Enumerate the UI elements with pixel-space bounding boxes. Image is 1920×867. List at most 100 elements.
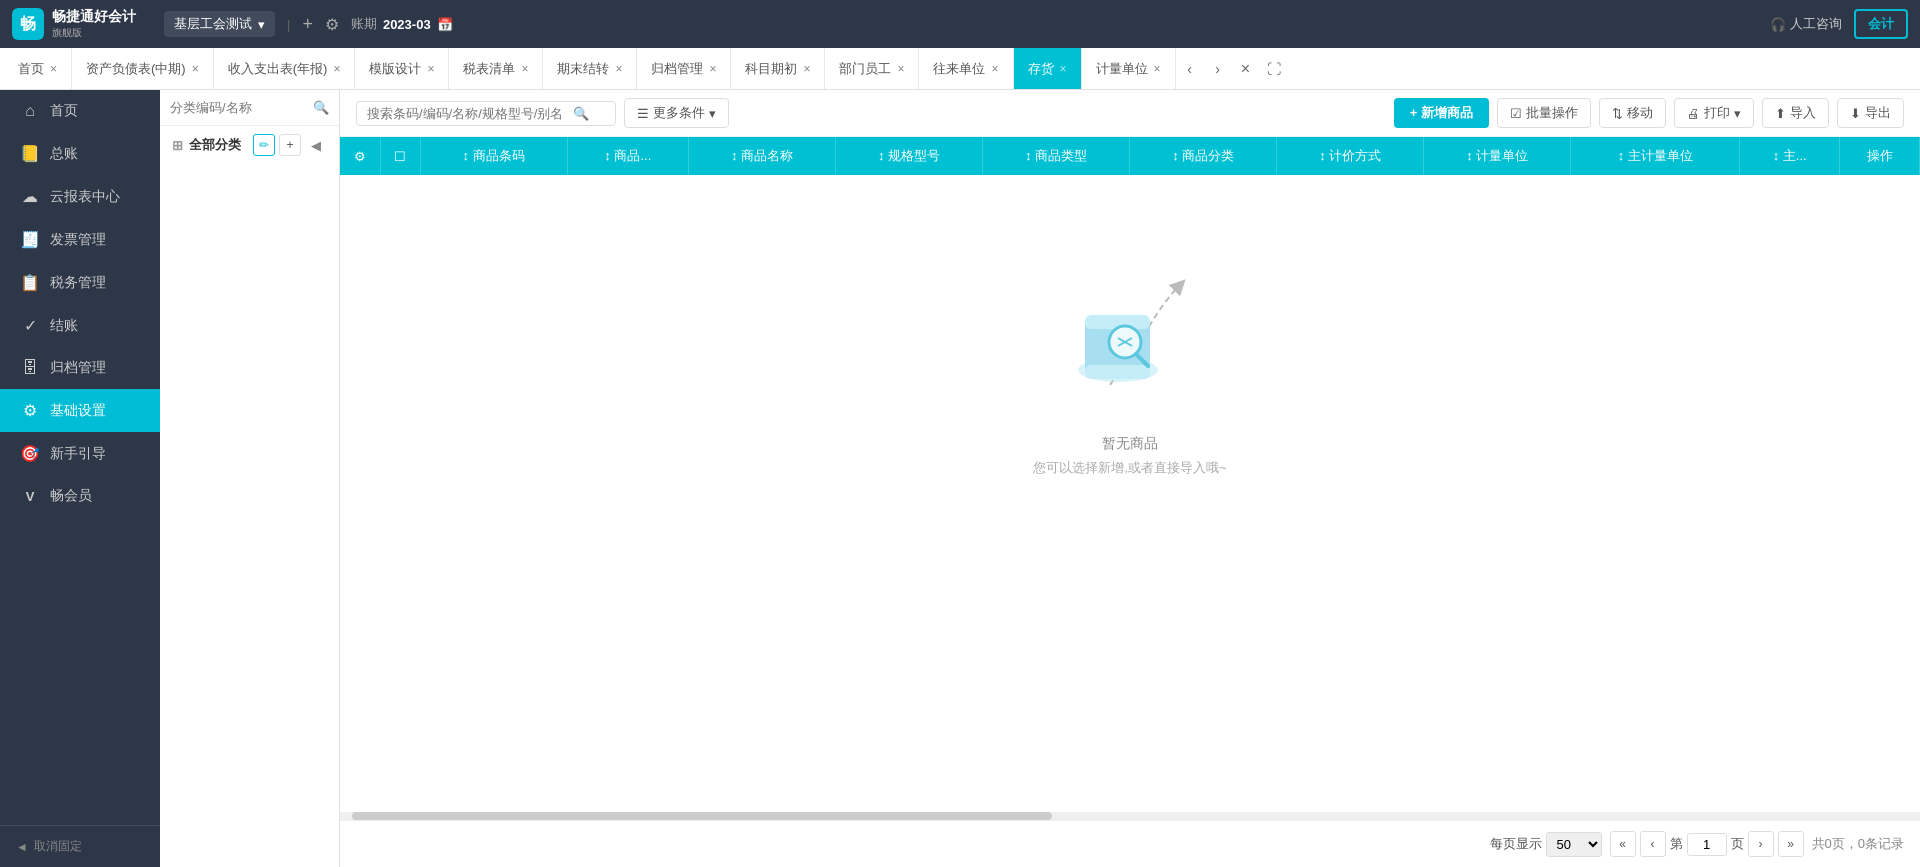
sidebar-item-member[interactable]: V 畅会员 <box>0 475 160 517</box>
last-page-button[interactable]: » <box>1778 831 1804 857</box>
tab-partner[interactable]: 往来单位 × <box>919 48 1013 90</box>
sidebar-item-invoice[interactable]: 🧾 发票管理 <box>0 218 160 261</box>
tab-inventory[interactable]: 存货 × <box>1014 48 1082 90</box>
sidebar-guide-label: 新手引导 <box>50 445 106 463</box>
tab-inventory-label: 存货 <box>1028 60 1054 78</box>
sidebar-settlement-label: 结账 <box>50 317 78 335</box>
tab-close-all-button[interactable]: × <box>1232 48 1260 90</box>
tab-partner-close[interactable]: × <box>991 62 998 76</box>
tab-dept-close[interactable]: × <box>897 62 904 76</box>
sidebar-item-ledger[interactable]: 📒 总账 <box>0 132 160 175</box>
print-arrow-icon: ▾ <box>1734 106 1741 121</box>
col-spec[interactable]: ↕ 规格型号 <box>836 137 983 175</box>
category-edit-button[interactable]: ✏ <box>253 134 275 156</box>
export-label: 导出 <box>1865 104 1891 122</box>
tab-dept[interactable]: 部门员工 × <box>825 48 919 90</box>
tab-unit[interactable]: 计量单位 × <box>1082 48 1176 90</box>
calendar-icon[interactable]: 📅 <box>437 17 453 32</box>
tab-unit-label: 计量单位 <box>1096 60 1148 78</box>
category-search-input[interactable] <box>170 100 307 115</box>
col-price[interactable]: ↕ 计价方式 <box>1277 137 1424 175</box>
tab-subject[interactable]: 科目期初 × <box>731 48 825 90</box>
search-input[interactable] <box>367 106 567 121</box>
sidebar-item-guide[interactable]: 🎯 新手引导 <box>0 432 160 475</box>
tab-tax[interactable]: 税表清单 × <box>449 48 543 90</box>
sidebar-member-label: 畅会员 <box>50 487 92 505</box>
tab-balance[interactable]: 资产负债表(中期) × <box>72 48 214 90</box>
sidebar-archive-label: 归档管理 <box>50 359 106 377</box>
tab-archive[interactable]: 归档管理 × <box>637 48 731 90</box>
sidebar-item-tax[interactable]: 📋 税务管理 <box>0 261 160 304</box>
prev-page-button[interactable]: ‹ <box>1640 831 1666 857</box>
move-icon: ⇅ <box>1612 106 1623 121</box>
page-size-select[interactable]: 50 100 200 <box>1546 832 1602 857</box>
tab-income-close[interactable]: × <box>333 62 340 76</box>
tab-balance-close[interactable]: × <box>192 62 199 76</box>
col-main2[interactable]: ↕ 主... <box>1740 137 1840 175</box>
grid-icon: ⊞ <box>172 138 183 153</box>
filter-label: 更多条件 <box>653 104 705 122</box>
logo-area: 畅 畅捷通好会计 旗舰版 <box>12 8 152 40</box>
category-search-icon[interactable]: 🔍 <box>313 100 329 115</box>
page-number-input[interactable] <box>1687 833 1727 856</box>
new-product-button[interactable]: + 新增商品 <box>1394 98 1489 128</box>
export-button[interactable]: ⬇ 导出 <box>1837 98 1904 128</box>
sidebar-item-archive[interactable]: 🗄 归档管理 <box>0 347 160 389</box>
tab-next-button[interactable]: › <box>1204 48 1232 90</box>
filter-button[interactable]: ☰ 更多条件 ▾ <box>624 98 729 128</box>
sidebar-settings-label: 基础设置 <box>50 402 106 420</box>
sidebar-item-reports[interactable]: ☁ 云报表中心 <box>0 175 160 218</box>
tab-income[interactable]: 收入支出表(年报) × <box>214 48 356 90</box>
tab-prev-button[interactable]: ‹ <box>1176 48 1204 90</box>
project-selector[interactable]: 基层工会测试 ▾ <box>164 11 275 37</box>
user-button[interactable]: 会计 <box>1854 9 1908 39</box>
col-unit[interactable]: ↕ 计量单位 <box>1424 137 1571 175</box>
horizontal-scrollbar[interactable] <box>340 812 1920 820</box>
col-settings[interactable]: ⚙ <box>340 137 380 175</box>
col-type[interactable]: ↕ 商品类型 <box>983 137 1130 175</box>
tab-dept-label: 部门员工 <box>839 60 891 78</box>
tab-template[interactable]: 模版设计 × <box>355 48 449 90</box>
col-name[interactable]: ↕ 商品名称 <box>689 137 836 175</box>
tab-home-close[interactable]: × <box>50 62 57 76</box>
tab-archive-close[interactable]: × <box>709 62 716 76</box>
sidebar-item-home[interactable]: ⌂ 首页 <box>0 90 160 132</box>
tab-tax-close[interactable]: × <box>521 62 528 76</box>
tab-expand-button[interactable]: ⛶ <box>1260 48 1288 90</box>
tab-template-close[interactable]: × <box>427 62 434 76</box>
tab-period[interactable]: 期末结转 × <box>543 48 637 90</box>
col-checkbox[interactable]: ☐ <box>380 137 420 175</box>
pagination-bar: 每页显示 50 100 200 « ‹ 第 页 › » 共0页，0条记录 <box>340 820 1920 867</box>
sidebar-collapse-button[interactable]: ◄ 取消固定 <box>0 825 160 867</box>
batch-ops-button[interactable]: ☑ 批量操作 <box>1497 98 1591 128</box>
settings-icon[interactable]: ⚙ <box>325 15 339 34</box>
category-all-label: ⊞ 全部分类 <box>172 136 241 154</box>
tab-inventory-close[interactable]: × <box>1060 62 1067 76</box>
empty-illustration <box>1050 255 1210 415</box>
tab-subject-label: 科目期初 <box>745 60 797 78</box>
empty-arrow-svg <box>1050 255 1210 415</box>
sidebar-item-settings[interactable]: ⚙ 基础设置 <box>0 389 160 432</box>
tab-period-close[interactable]: × <box>615 62 622 76</box>
category-add-button[interactable]: + <box>279 134 301 156</box>
col-barcode[interactable]: ↕ 商品条码 <box>420 137 567 175</box>
search-icon[interactable]: 🔍 <box>573 106 589 121</box>
scrollbar-thumb[interactable] <box>352 812 1052 820</box>
print-button[interactable]: 🖨 打印 ▾ <box>1674 98 1754 128</box>
col-category[interactable]: ↕ 商品分类 <box>1130 137 1277 175</box>
data-table: ⚙ ☐ ↕ 商品条码 ↕ 商品... ↕ 商品名称 <box>340 137 1920 175</box>
col-code[interactable]: ↕ 商品... <box>567 137 688 175</box>
tab-home[interactable]: 首页 × <box>4 48 72 90</box>
first-page-button[interactable]: « <box>1610 831 1636 857</box>
tab-unit-close[interactable]: × <box>1154 62 1161 76</box>
support-button[interactable]: 🎧 人工咨询 <box>1770 15 1842 33</box>
page-suffix: 页 <box>1731 835 1744 853</box>
tab-subject-close[interactable]: × <box>803 62 810 76</box>
sidebar-item-settlement[interactable]: ✓ 结账 <box>0 304 160 347</box>
import-button[interactable]: ⬆ 导入 <box>1762 98 1829 128</box>
add-tab-button[interactable]: + <box>302 15 313 33</box>
next-page-button[interactable]: › <box>1748 831 1774 857</box>
col-main-unit[interactable]: ↕ 主计量单位 <box>1571 137 1740 175</box>
move-button[interactable]: ⇅ 移动 <box>1599 98 1666 128</box>
category-collapse-button[interactable]: ◀ <box>305 134 327 156</box>
